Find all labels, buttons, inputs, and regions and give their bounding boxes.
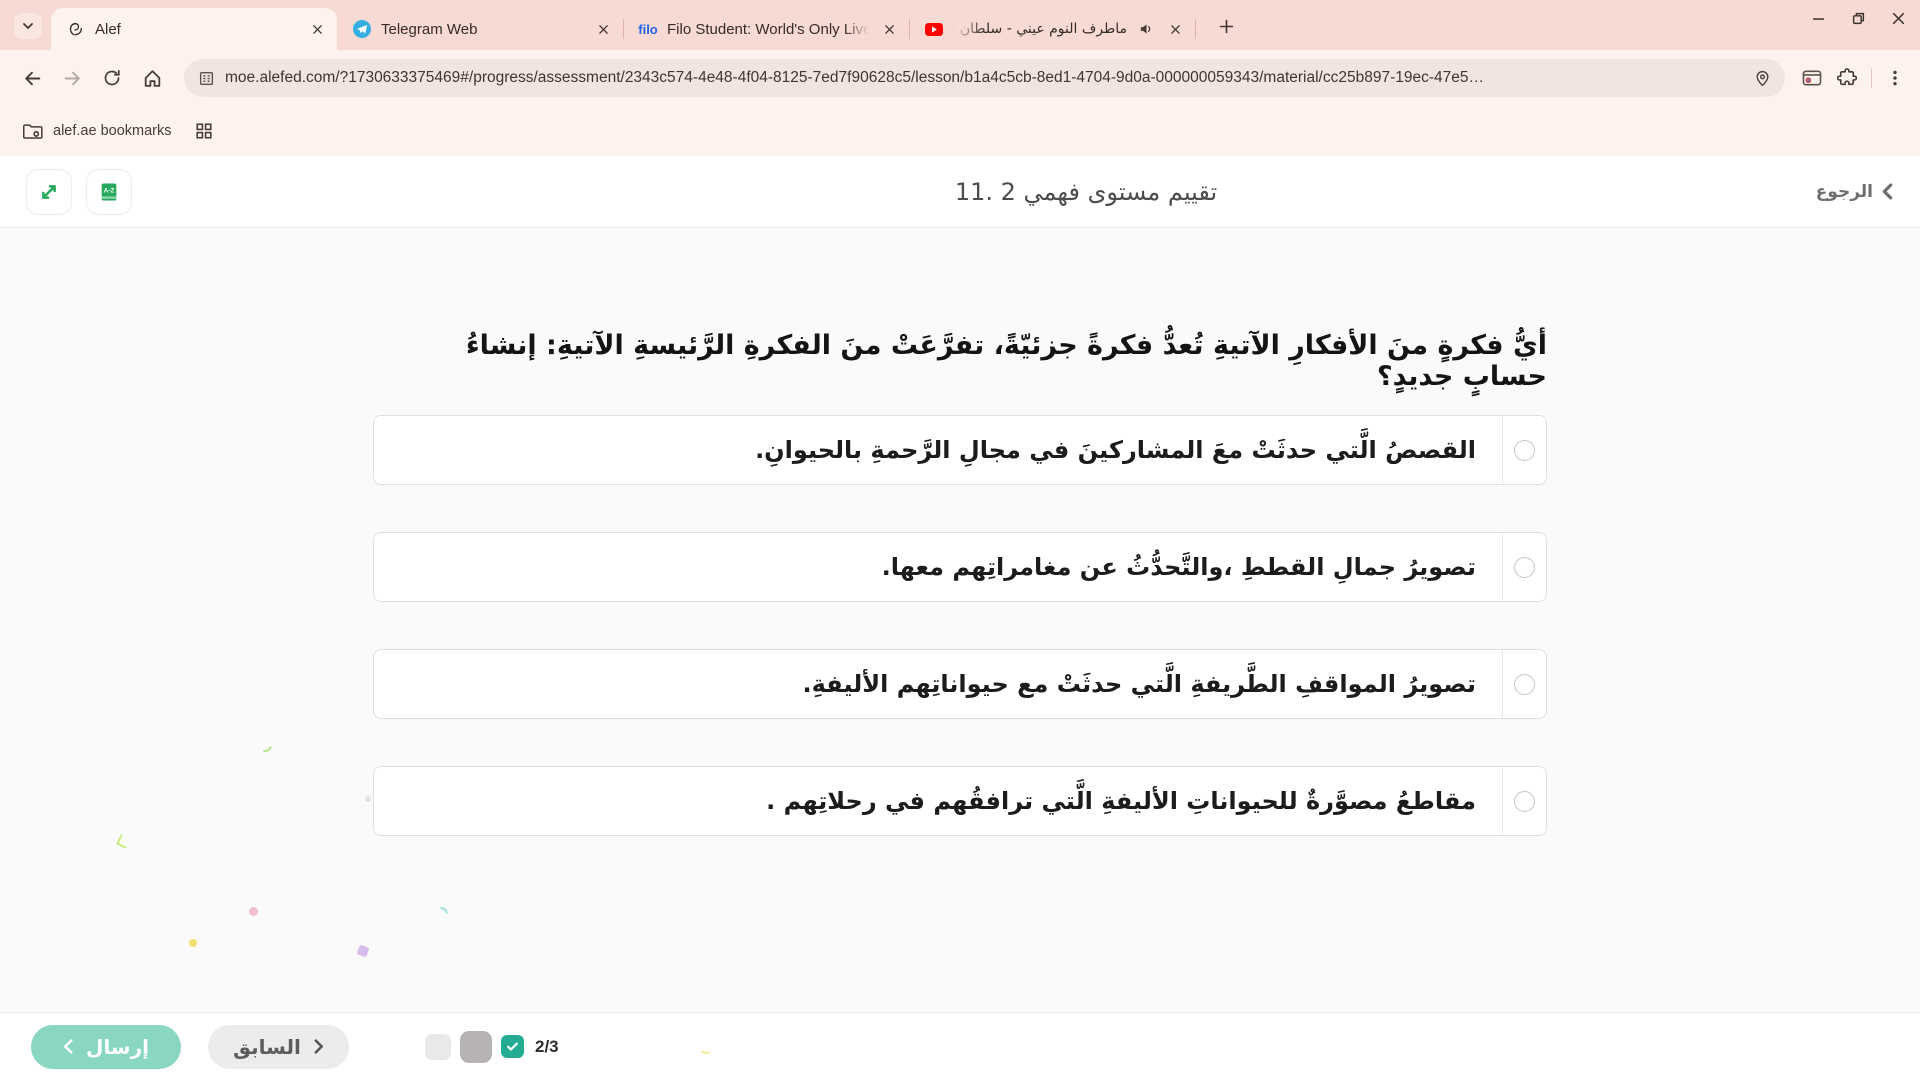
- confetti-shape: [431, 904, 451, 924]
- telegram-icon: [353, 20, 371, 38]
- site-info-icon[interactable]: [198, 70, 215, 87]
- audio-speaker-icon[interactable]: [1137, 20, 1155, 38]
- submit-button[interactable]: إرسال: [31, 1025, 181, 1069]
- expand-arrows-icon: [39, 182, 59, 202]
- chevron-right-icon: [313, 1039, 324, 1054]
- radio-button[interactable]: [1514, 440, 1535, 461]
- chevron-left-icon: [63, 1039, 74, 1054]
- close-icon[interactable]: [307, 19, 327, 39]
- tab-telegram[interactable]: Telegram Web: [337, 8, 623, 50]
- question-progress: 2/3: [425, 1031, 559, 1063]
- close-icon[interactable]: [879, 19, 899, 39]
- url-text: moe.alefed.com/?1730633375469#/progress/…: [225, 69, 1744, 87]
- bookmarks-folder-label: alef.ae bookmarks: [53, 123, 171, 139]
- tab-title: Telegram Web: [381, 21, 583, 38]
- filo-icon: filo: [639, 20, 657, 38]
- forward-button[interactable]: [56, 62, 88, 94]
- browser-window-icon[interactable]: [1801, 68, 1823, 88]
- confetti-shape: [699, 1040, 714, 1055]
- youtube-icon: [925, 20, 943, 38]
- bookmarks-bar: alef.ae bookmarks: [0, 106, 1920, 156]
- assessment-header: A-Z 11. تقييم مستوى فهمي 2 الرجوع: [0, 156, 1920, 228]
- reload-button[interactable]: [96, 62, 128, 94]
- extensions-icon[interactable]: [1837, 68, 1857, 88]
- menu-kebab-icon[interactable]: [1886, 69, 1904, 87]
- back-link-label: الرجوع: [1816, 182, 1873, 202]
- confetti-shape: [365, 796, 371, 802]
- window-restore-button[interactable]: [1850, 10, 1866, 26]
- question-text: أيُّ فكرةٍ منَ الأفكارِ الآتيةِ تُعدُّ ف…: [373, 330, 1547, 392]
- answer-option-text: مقاطعُ مصوَّرةٌ للحيواناتِ الأليفةِ الَّ…: [374, 767, 1502, 835]
- plus-icon: [1219, 19, 1234, 34]
- answer-option-2[interactable]: تصويرُ جمالِ القططِ ،والتَّحدُّثُ عن مغا…: [373, 532, 1547, 602]
- progress-count: 2/3: [535, 1037, 559, 1057]
- folder-gear-icon: [22, 122, 43, 140]
- managed-bookmarks-folder[interactable]: alef.ae bookmarks: [22, 122, 171, 140]
- confetti-shape: [255, 735, 274, 754]
- answer-option-3[interactable]: تصويرُ المواقفِ الطَّريفةِ الَّتي حدثَتْ…: [373, 649, 1547, 719]
- page-title: 11. تقييم مستوى فهمي 2: [955, 178, 1217, 206]
- chevron-left-icon: [1881, 183, 1894, 200]
- chevron-down-icon: [21, 19, 35, 33]
- previous-button-label: السابق: [233, 1035, 301, 1059]
- tab-youtube[interactable]: ماطرف النوم عيني - سلطان البر: [909, 8, 1195, 50]
- question-step-1[interactable]: [425, 1034, 451, 1060]
- back-button[interactable]: [16, 62, 48, 94]
- browser-toolbar: moe.alefed.com/?1730633375469#/progress/…: [0, 50, 1920, 106]
- check-icon: [506, 1040, 519, 1053]
- tab-strip: Alef Telegram Web filo Filo Student: Wor…: [0, 0, 1920, 50]
- dictionary-book-icon: A-Z: [98, 181, 120, 203]
- answer-option-1[interactable]: القصصُ الَّتي حدثَتْ معَ المشاركينَ في م…: [373, 415, 1547, 485]
- confetti-shape: [189, 939, 197, 947]
- svg-text:A-Z: A-Z: [104, 187, 115, 194]
- tab-title: Filo Student: World's Only Live I: [667, 21, 869, 38]
- tab-title: ماطرف النوم عيني - سلطان البر: [953, 21, 1127, 37]
- location-pin-icon[interactable]: [1754, 70, 1771, 87]
- close-icon[interactable]: [1165, 19, 1185, 39]
- tab-search-button[interactable]: [14, 13, 42, 39]
- answer-option-text: تصويرُ جمالِ القططِ ،والتَّحدُّثُ عن مغا…: [374, 533, 1502, 601]
- window-minimize-button[interactable]: [1810, 10, 1826, 26]
- confetti-shape: [357, 945, 370, 958]
- glossary-button[interactable]: A-Z: [86, 169, 132, 215]
- radio-button[interactable]: [1514, 791, 1535, 812]
- tab-filo[interactable]: filo Filo Student: World's Only Live I: [623, 8, 909, 50]
- radio-button[interactable]: [1514, 674, 1535, 695]
- submit-button-label: إرسال: [86, 1035, 149, 1059]
- radio-button[interactable]: [1514, 557, 1535, 578]
- tab-alef[interactable]: Alef: [51, 8, 337, 50]
- alef-logo-icon: [67, 20, 85, 38]
- question-area: أيُّ فكرةٍ منَ الأفكارِ الآتيةِ تُعدُّ ف…: [0, 228, 1920, 1012]
- confetti-shape: [249, 907, 258, 916]
- apps-grid-icon[interactable]: [195, 122, 213, 140]
- answer-option-text: القصصُ الَّتي حدثَتْ معَ المشاركينَ في م…: [374, 416, 1502, 484]
- answer-option-4[interactable]: مقاطعُ مصوَّرةٌ للحيواناتِ الأليفةِ الَّ…: [373, 766, 1547, 836]
- confetti-shape: [116, 834, 131, 849]
- fullscreen-button[interactable]: [26, 169, 72, 215]
- tab-title: Alef: [95, 21, 297, 38]
- previous-button[interactable]: السابق: [208, 1025, 349, 1069]
- toolbar-divider: [1871, 68, 1872, 88]
- address-bar[interactable]: moe.alefed.com/?1730633375469#/progress/…: [184, 59, 1785, 97]
- new-tab-button[interactable]: [1212, 13, 1240, 39]
- question-step-3-answered[interactable]: [501, 1035, 524, 1058]
- footer-bar: إرسال السابق 2/3: [0, 1012, 1920, 1080]
- back-link[interactable]: الرجوع: [1816, 182, 1894, 202]
- answer-option-text: تصويرُ المواقفِ الطَّريفةِ الَّتي حدثَتْ…: [374, 650, 1502, 718]
- window-close-button[interactable]: [1890, 10, 1906, 26]
- close-icon[interactable]: [593, 19, 613, 39]
- question-step-2-current[interactable]: [460, 1031, 492, 1063]
- home-button[interactable]: [136, 62, 168, 94]
